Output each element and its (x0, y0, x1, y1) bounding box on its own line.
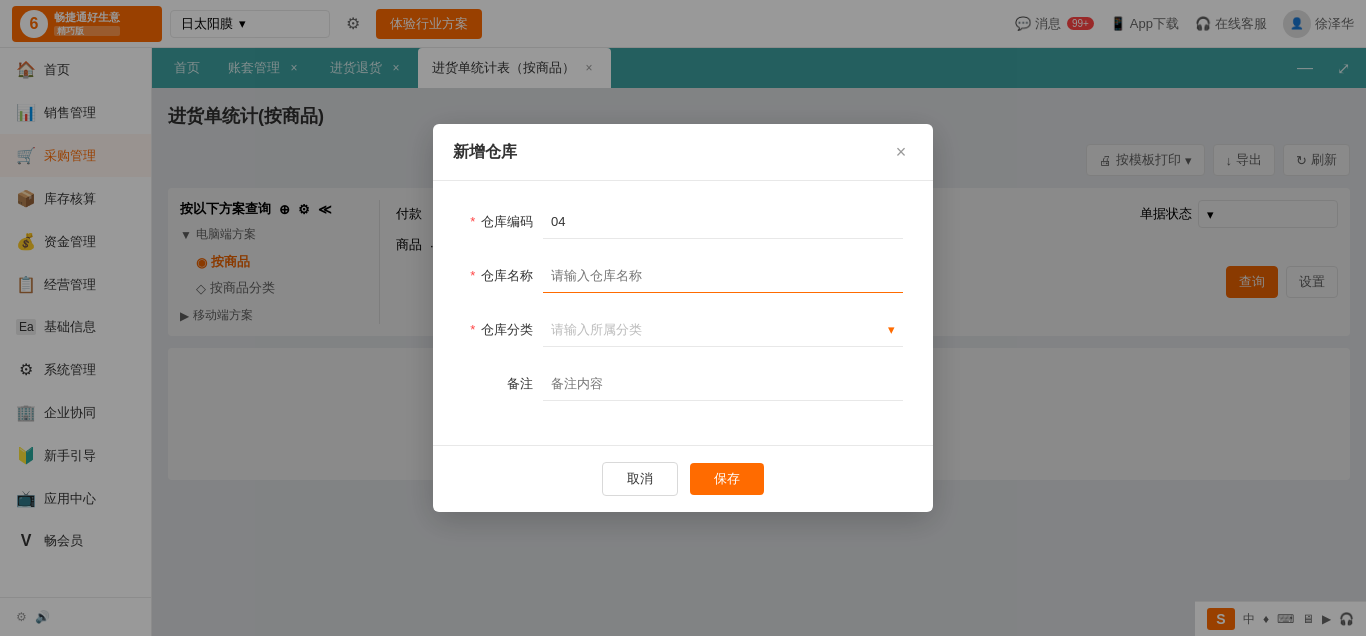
warehouse-modal: 新增仓库 × * 仓库编码 * 仓库名称 (433, 124, 933, 512)
modal-overlay: 新增仓库 × * 仓库编码 * 仓库名称 (0, 0, 1366, 636)
warehouse-code-input[interactable] (543, 205, 903, 239)
modal-footer: 取消 保存 (433, 445, 933, 512)
select-chevron-icon: ▾ (888, 322, 895, 337)
warehouse-name-input[interactable] (543, 259, 903, 293)
warehouse-name-row: * 仓库名称 (463, 259, 903, 293)
cancel-button[interactable]: 取消 (602, 462, 678, 496)
warehouse-code-row: * 仓库编码 (463, 205, 903, 239)
modal-body: * 仓库编码 * 仓库名称 * 仓库分类 请输入所属 (433, 181, 933, 445)
warehouse-name-label: * 仓库名称 (463, 267, 543, 285)
warehouse-category-label: * 仓库分类 (463, 321, 543, 339)
warehouse-category-row: * 仓库分类 请输入所属分类 ▾ (463, 313, 903, 347)
remark-label: 备注 (463, 375, 543, 393)
modal-header: 新增仓库 × (433, 124, 933, 181)
modal-close-button[interactable]: × (889, 140, 913, 164)
category-placeholder: 请输入所属分类 (551, 321, 642, 339)
save-button[interactable]: 保存 (690, 463, 764, 495)
remark-input[interactable] (543, 367, 903, 401)
required-star-cat: * (470, 322, 475, 337)
warehouse-category-select[interactable]: 请输入所属分类 ▾ (543, 313, 903, 347)
warehouse-code-label: * 仓库编码 (463, 213, 543, 231)
required-star-name: * (470, 268, 475, 283)
modal-title: 新增仓库 (453, 142, 517, 163)
remark-row: 备注 (463, 367, 903, 401)
required-star: * (470, 214, 475, 229)
